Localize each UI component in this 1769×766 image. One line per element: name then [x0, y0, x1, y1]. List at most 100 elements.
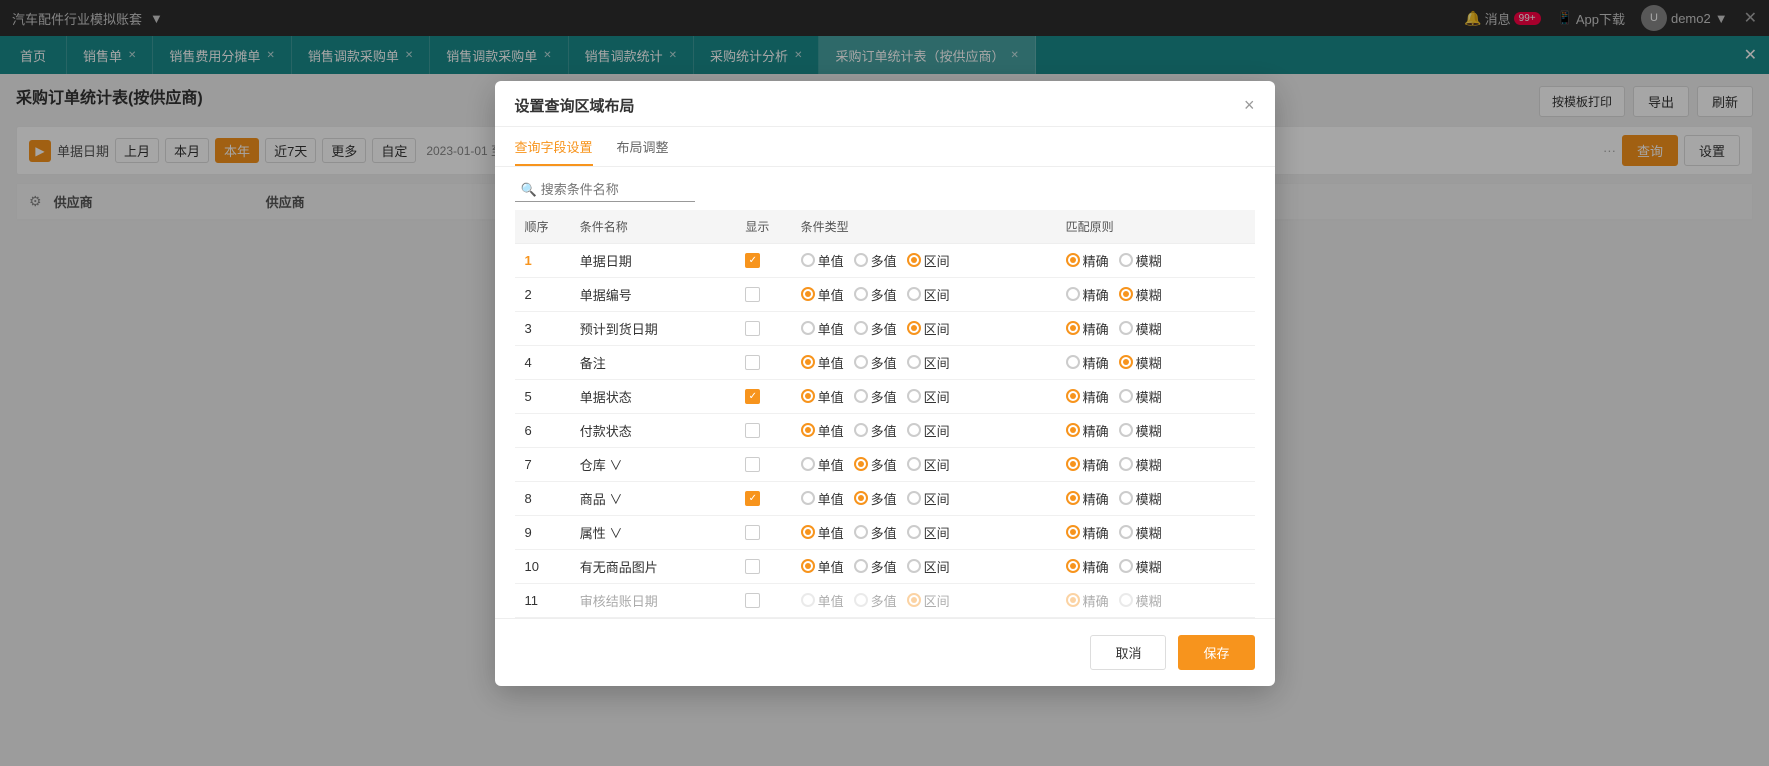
row-display-checkbox[interactable] [735, 583, 790, 617]
radio-type-single[interactable]: 单值 [801, 353, 844, 372]
dialog-close-button[interactable]: × [1244, 96, 1255, 114]
radio-match-exact[interactable]: 精确 [1066, 251, 1109, 270]
row-order: 5 [515, 379, 570, 413]
radio-type-range[interactable]: 区间 [907, 319, 950, 338]
radio-type-single[interactable]: 单值 [801, 557, 844, 576]
row-display-checkbox[interactable] [735, 447, 790, 481]
radio-type-single[interactable]: 单值 [801, 285, 844, 304]
radio-type-range[interactable]: 区间 [907, 285, 950, 304]
radio-type-single[interactable]: 单值 [801, 591, 844, 610]
radio-type-single[interactable]: 单值 [801, 489, 844, 508]
radio-type-multi[interactable]: 多值 [854, 319, 897, 338]
radio-type-multi[interactable]: 多值 [854, 387, 897, 406]
radio-match-fuzzy[interactable]: 模糊 [1119, 455, 1162, 474]
checkbox[interactable]: ✓ [745, 253, 760, 268]
radio-match-fuzzy[interactable]: 模糊 [1119, 421, 1162, 440]
radio-type-range[interactable]: 区间 [907, 557, 950, 576]
row-display-checkbox[interactable]: ✓ [735, 243, 790, 277]
radio-type-range[interactable]: 区间 [907, 387, 950, 406]
checkbox[interactable]: ✓ [745, 491, 760, 506]
row-display-checkbox[interactable] [735, 413, 790, 447]
radio-type-range[interactable]: 区间 [907, 455, 950, 474]
checkbox[interactable] [745, 457, 760, 472]
dialog-tab-layout[interactable]: 布局调整 [617, 127, 669, 166]
radio-type-multi[interactable]: 多值 [854, 455, 897, 474]
radio-match-exact[interactable]: 精确 [1066, 319, 1109, 338]
row-display-checkbox[interactable] [735, 311, 790, 345]
radio-match-fuzzy[interactable]: 模糊 [1119, 557, 1162, 576]
radio-type-single[interactable]: 单值 [801, 523, 844, 542]
radio-match-exact[interactable]: 精确 [1066, 455, 1109, 474]
row-match: 精确模糊 [1056, 379, 1255, 413]
radio-type-multi[interactable]: 多值 [854, 251, 897, 270]
radio-match-exact[interactable]: 精确 [1066, 489, 1109, 508]
radio-type-multi[interactable]: 多值 [854, 523, 897, 542]
radio-match-exact[interactable]: 精确 [1066, 353, 1109, 372]
radio-match-exact[interactable]: 精确 [1066, 557, 1109, 576]
radio-circle [801, 593, 815, 607]
radio-circle [1119, 355, 1133, 369]
checkbox[interactable] [745, 423, 760, 438]
row-display-checkbox[interactable] [735, 277, 790, 311]
checkbox[interactable]: ✓ [745, 389, 760, 404]
radio-type-multi[interactable]: 多值 [854, 285, 897, 304]
radio-match-fuzzy[interactable]: 模糊 [1119, 285, 1162, 304]
row-condition-name: 单据状态 [570, 379, 736, 413]
radio-type-range[interactable]: 区间 [907, 591, 950, 610]
radio-type-range[interactable]: 区间 [907, 421, 950, 440]
table-row: 9属性 ∨单值多值区间精确模糊 [515, 515, 1255, 549]
checkbox[interactable] [745, 525, 760, 540]
cancel-button[interactable]: 取消 [1090, 635, 1166, 670]
radio-type-multi[interactable]: 多值 [854, 421, 897, 440]
radio-type-multi[interactable]: 多值 [854, 557, 897, 576]
radio-type-single[interactable]: 单值 [801, 319, 844, 338]
row-display-checkbox[interactable] [735, 515, 790, 549]
save-button[interactable]: 保存 [1178, 635, 1254, 670]
row-match: 精确模糊 [1056, 413, 1255, 447]
radio-type-range[interactable]: 区间 [907, 523, 950, 542]
radio-match-exact[interactable]: 精确 [1066, 591, 1109, 610]
radio-circle [1119, 491, 1133, 505]
radio-match-fuzzy[interactable]: 模糊 [1119, 353, 1162, 372]
radio-type-range[interactable]: 区间 [907, 251, 950, 270]
radio-circle [801, 355, 815, 369]
radio-match-fuzzy[interactable]: 模糊 [1119, 387, 1162, 406]
radio-type-single[interactable]: 单值 [801, 421, 844, 440]
checkbox[interactable] [745, 559, 760, 574]
radio-match-fuzzy[interactable]: 模糊 [1119, 523, 1162, 542]
radio-match-exact[interactable]: 精确 [1066, 285, 1109, 304]
row-display-checkbox[interactable] [735, 549, 790, 583]
radio-type-range[interactable]: 区间 [907, 489, 950, 508]
row-order: 6 [515, 413, 570, 447]
search-icon: 🔍 [521, 182, 537, 198]
table-row: 3预计到货日期单值多值区间精确模糊 [515, 311, 1255, 345]
radio-match-fuzzy[interactable]: 模糊 [1119, 251, 1162, 270]
row-display-checkbox[interactable] [735, 345, 790, 379]
checkbox[interactable] [745, 287, 760, 302]
search-box[interactable]: 🔍 [515, 179, 695, 202]
radio-match-fuzzy[interactable]: 模糊 [1119, 319, 1162, 338]
radio-circle [1066, 525, 1080, 539]
radio-type-multi[interactable]: 多值 [854, 591, 897, 610]
radio-match-fuzzy[interactable]: 模糊 [1119, 489, 1162, 508]
radio-type-multi[interactable]: 多值 [854, 489, 897, 508]
radio-match-exact[interactable]: 精确 [1066, 421, 1109, 440]
radio-match-exact[interactable]: 精确 [1066, 523, 1109, 542]
radio-type-single[interactable]: 单值 [801, 251, 844, 270]
radio-match-exact[interactable]: 精确 [1066, 387, 1109, 406]
radio-type-range[interactable]: 区间 [907, 353, 950, 372]
row-display-checkbox[interactable]: ✓ [735, 379, 790, 413]
dialog-search-area: 🔍 [495, 167, 1275, 210]
checkbox[interactable] [745, 321, 760, 336]
row-match: 精确模糊 [1056, 311, 1255, 345]
radio-type-multi[interactable]: 多值 [854, 353, 897, 372]
row-display-checkbox[interactable]: ✓ [735, 481, 790, 515]
checkbox[interactable] [745, 355, 760, 370]
radio-type-single[interactable]: 单值 [801, 455, 844, 474]
dialog-tab-query-fields[interactable]: 查询字段设置 [515, 127, 593, 166]
radio-type-single[interactable]: 单值 [801, 387, 844, 406]
search-input[interactable] [541, 182, 681, 197]
radio-circle [801, 423, 815, 437]
radio-match-fuzzy[interactable]: 模糊 [1119, 591, 1162, 610]
checkbox[interactable] [745, 593, 760, 608]
